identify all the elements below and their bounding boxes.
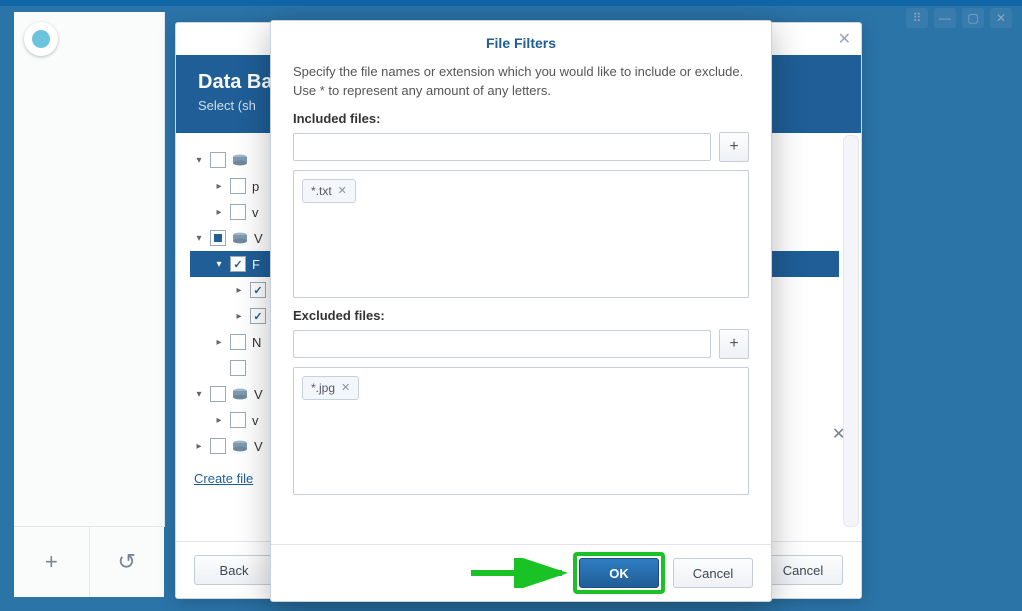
chip-remove-icon[interactable]: ✕ [341,381,350,394]
excluded-input-row: + [293,329,749,359]
file-filters-modal: File Filters Specify the file names or e… [270,20,772,602]
tree-expand-icon[interactable]: ▾ [214,259,224,270]
volume-icon [232,388,248,400]
os-pin-button[interactable]: ⠿ [906,8,928,28]
app-sidebar-footer: + ↺ [14,526,164,597]
tree-checkbox[interactable] [230,360,246,376]
arrow-annotation-icon [467,558,577,588]
chip-label: *.jpg [311,381,335,395]
tree-checkbox[interactable] [230,412,246,428]
excluded-chips-box: *.jpg ✕ [293,367,749,495]
tree-checkbox[interactable] [230,204,246,220]
tree-checkbox[interactable] [210,230,226,246]
modal-title: File Filters [271,21,771,63]
tree-checkbox[interactable] [210,152,226,168]
tree-label: F [252,257,260,272]
tree-label: V [254,231,263,246]
tree-expand-icon[interactable]: ▸ [214,415,224,426]
included-input-row: + [293,132,749,162]
tree-label: v [252,413,259,428]
volume-icon [232,154,248,166]
create-file-filters-link[interactable]: Create file [194,471,253,486]
excluded-files-label: Excluded files: [293,308,749,323]
tree-expand-icon[interactable]: ▸ [214,181,224,192]
tree-label: V [254,439,263,454]
tree-label: N [252,335,261,350]
app-sidebar [14,12,165,527]
tree-label: V [254,387,263,402]
tree-checkbox[interactable] [210,438,226,454]
tree-expand-icon[interactable]: ▸ [194,441,204,452]
modal-description: Specify the file names or extension whic… [293,63,749,101]
ok-button[interactable]: OK [579,558,659,588]
app-logo-icon [24,22,58,56]
volume-icon [232,232,248,244]
tree-expand-icon[interactable]: ▸ [214,337,224,348]
add-excluded-button[interactable]: + [719,329,749,359]
volume-icon [232,440,248,452]
modal-content: Specify the file names or extension whic… [271,63,771,544]
tree-expand-icon[interactable]: ▸ [234,285,244,296]
os-close-button[interactable]: ✕ [990,8,1012,28]
os-window-controls: ⠿ — ▢ ✕ [906,8,1012,28]
excluded-files-input[interactable] [293,330,711,358]
tree-checkbox[interactable] [230,256,246,272]
add-included-button[interactable]: + [719,132,749,162]
included-chips-box: *.txt ✕ [293,170,749,298]
filter-chip[interactable]: *.txt ✕ [302,179,356,203]
add-task-button[interactable]: + [14,527,90,597]
included-files-input[interactable] [293,133,711,161]
tree-checkbox[interactable] [250,308,266,324]
included-files-label: Included files: [293,111,749,126]
tree-expand-icon[interactable]: ▾ [194,155,204,166]
os-minimize-button[interactable]: — [934,8,956,28]
dismiss-notice-icon[interactable]: ✕ [832,424,845,444]
vertical-scrollbar[interactable] [843,135,859,527]
chip-label: *.txt [311,184,332,198]
filter-chip[interactable]: *.jpg ✕ [302,376,359,400]
tree-expand-icon[interactable]: ▾ [194,233,204,244]
tree-checkbox[interactable] [230,334,246,350]
os-maximize-button[interactable]: ▢ [962,8,984,28]
close-icon[interactable]: ✕ [838,29,851,49]
tree-checkbox[interactable] [250,282,266,298]
tree-label: p [252,179,259,194]
tree-checkbox[interactable] [210,386,226,402]
tree-expand-icon[interactable]: ▸ [234,311,244,322]
cancel-button[interactable]: Cancel [673,558,753,588]
tree-label: v [252,205,259,220]
wizard-cancel-button[interactable]: Cancel [763,555,843,585]
chip-remove-icon[interactable]: ✕ [338,184,347,197]
tree-expand-icon[interactable]: ▸ [214,207,224,218]
tree-expand-icon[interactable]: ▾ [194,389,204,400]
tree-checkbox[interactable] [230,178,246,194]
back-button[interactable]: Back [194,555,274,585]
history-button[interactable]: ↺ [90,527,165,597]
